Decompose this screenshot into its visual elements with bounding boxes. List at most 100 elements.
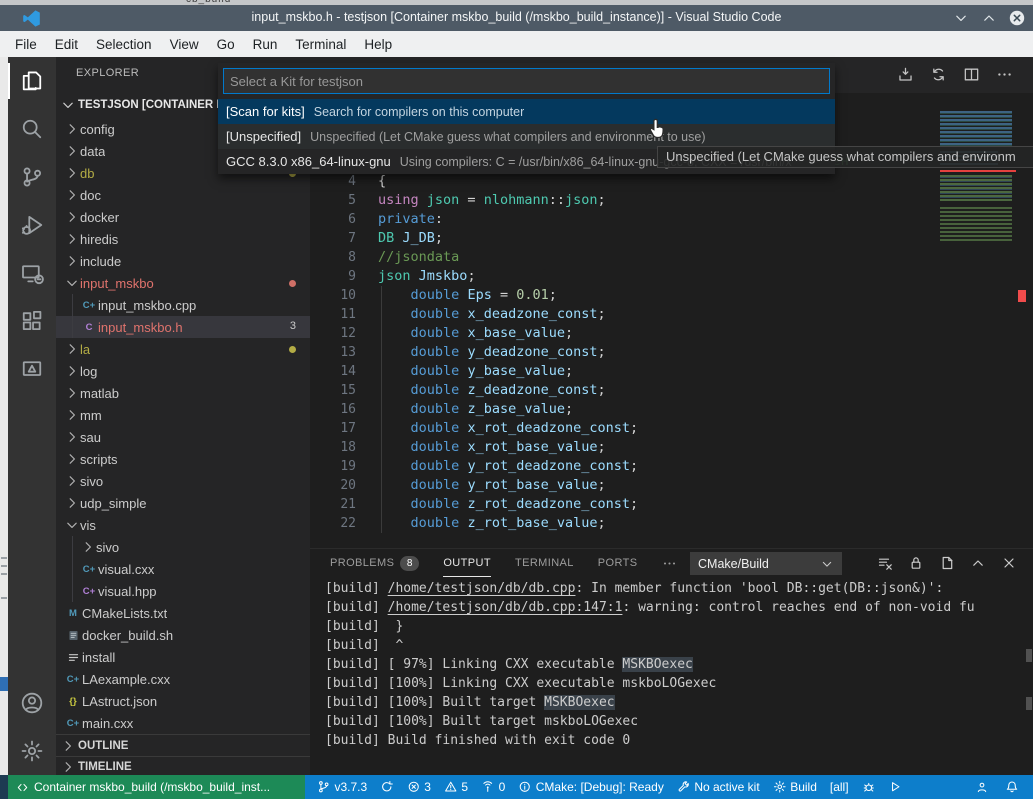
close-button[interactable] [1009,10,1025,26]
tree-item-include[interactable]: include [56,250,310,272]
tree-item-sau[interactable]: sau [56,426,310,448]
code-line-5[interactable]: 5 using json = nlohmann::json; [310,191,950,210]
tree-item-sivo[interactable]: sivo [56,536,310,558]
output-channel-select[interactable]: CMake/Build [690,552,842,575]
remote-indicator[interactable]: Container mskbo_build (/mskbo_build_inst… [8,775,305,799]
tree-item-docker[interactable]: docker [56,206,310,228]
menu-item-help[interactable]: Help [355,34,401,55]
panel-tab-ports[interactable]: PORTS [598,550,638,577]
tree-item-install[interactable]: install [56,646,310,668]
tree-item-udp_simple[interactable]: udp_simple [56,492,310,514]
minimize-button[interactable] [953,10,969,26]
code-line-7[interactable]: 7 DB J_DB; [310,229,950,248]
code-line-16[interactable]: 16 double z_base_value; [310,400,950,419]
quickpick-item-1[interactable]: [Scan for kits] Search for compilers on t… [218,99,835,124]
status-errors[interactable]: 3 [407,780,431,794]
chevron-up-icon[interactable] [970,555,986,571]
menu-item-view[interactable]: View [161,34,208,55]
status-build-target[interactable]: [all] [830,780,849,794]
code-line-18[interactable]: 18 double x_rot_base_value; [310,438,950,457]
tree-item-docker_build.sh[interactable]: docker_build.sh [56,624,310,646]
activity-output-view[interactable] [8,345,56,393]
more-tabs[interactable] [662,550,677,577]
status-build-button[interactable]: Build [773,780,817,794]
panel-scrollbar[interactable] [1026,649,1032,662]
activity-remote-explorer[interactable] [8,249,56,297]
menu-item-edit[interactable]: Edit [46,34,87,55]
tree-item-vis[interactable]: vis [56,514,310,536]
code-line-14[interactable]: 14 double y_base_value; [310,362,950,381]
status-debug-button[interactable] [862,780,876,794]
maximize-button[interactable] [981,10,997,26]
activity-settings[interactable] [8,727,56,775]
file-link[interactable]: /home/testjson/db/db.cpp [388,581,576,596]
split-editor-icon[interactable] [963,66,980,83]
menu-item-run[interactable]: Run [244,34,287,55]
activity-run-and-debug[interactable] [8,201,56,249]
code-area[interactable]: 4{5 using json = nlohmann::json; 6 private:… [310,172,950,533]
status-cmake-status[interactable]: CMake: [Debug]: Ready [518,780,664,794]
status-warnings[interactable]: 5 [444,780,468,794]
code-line-15[interactable]: 15 double z_deadzone_const; [310,381,950,400]
code-line-20[interactable]: 20 double y_rot_base_value; [310,476,950,495]
more-icon[interactable] [996,66,1013,83]
page-icon[interactable] [939,555,955,571]
save-all-icon[interactable] [897,66,914,83]
code-line-13[interactable]: 13 double y_deadzone_const; [310,343,950,362]
code-line-10[interactable]: 10 double Eps = 0.01; [310,286,950,305]
status-forwarded-ports[interactable]: 0 [481,780,505,794]
code-line-9[interactable]: 9 json Jmskbo; [310,267,950,286]
tree-item-doc[interactable]: doc [56,184,310,206]
status-launch-button[interactable] [888,780,902,794]
status-sync[interactable] [380,780,394,794]
close-icon[interactable] [1001,555,1017,571]
code-line-8[interactable]: 8 //jsondata [310,248,950,267]
status-feedback[interactable] [975,780,989,794]
tree-item-visual.hpp[interactable]: C+ visual.hpp [56,580,310,602]
tree-item-la[interactable]: la [56,338,310,360]
open-changes-icon[interactable] [930,66,947,83]
tree-item-CMakeLists.txt[interactable]: M CMakeLists.txt [56,602,310,624]
quickpick-input[interactable] [223,68,830,94]
minimap[interactable] [938,101,1020,301]
code-line-19[interactable]: 19 double y_rot_deadzone_const; [310,457,950,476]
lock-icon[interactable] [908,555,924,571]
menu-item-go[interactable]: Go [208,34,244,55]
clear-icon[interactable] [877,555,893,571]
tree-item-input_mskbo.h[interactable]: Cinput_mskbo.h 3 [56,316,310,338]
status-notifications[interactable] [1005,780,1019,794]
panel-tab-terminal[interactable]: TERMINAL [515,550,574,577]
tree-item-LAstruct.json[interactable]: {} LAstruct.json [56,690,310,712]
timeline-section[interactable]: TIMELINE [56,756,310,775]
activity-source-control[interactable] [8,153,56,201]
panel-scrollbar[interactable] [1026,697,1032,710]
tree-item-main.cxx[interactable]: C+ main.cxx [56,712,310,734]
activity-explorer[interactable] [8,57,56,105]
code-line-22[interactable]: 22 double z_rot_base_value; [310,514,950,533]
tree-item-log[interactable]: log [56,360,310,382]
tree-item-LAexample.cxx[interactable]: C+ LAexample.cxx [56,668,310,690]
status-active-kit[interactable]: No active kit [677,780,760,794]
panel-tab-problems[interactable]: PROBLEMS 8 [330,550,420,577]
code-line-11[interactable]: 11 double x_deadzone_const; [310,305,950,324]
code-line-6[interactable]: 6 private: [310,210,950,229]
tree-item-input_mskbo[interactable]: input_mskbo [56,272,310,294]
code-line-17[interactable]: 17 double x_rot_deadzone_const; [310,419,950,438]
code-line-4[interactable]: 4{ [310,172,950,191]
code-line-21[interactable]: 21 double z_rot_deadzone_const; [310,495,950,514]
tree-item-matlab[interactable]: matlab [56,382,310,404]
tree-item-mm[interactable]: mm [56,404,310,426]
tree-item-visual.cxx[interactable]: C+ visual.cxx [56,558,310,580]
activity-search[interactable] [8,105,56,153]
tree-item-sivo[interactable]: sivo [56,470,310,492]
code-line-12[interactable]: 12 double x_base_value; [310,324,950,343]
tree-item-scripts[interactable]: scripts [56,448,310,470]
panel-tab-output[interactable]: OUTPUT [443,549,491,577]
outline-section[interactable]: OUTLINE [56,734,310,757]
file-link[interactable]: /home/testjson/db/db.cpp:147:1 [388,600,623,615]
activity-accounts[interactable] [8,679,56,727]
menu-item-file[interactable]: File [6,34,46,55]
tree-item-hiredis[interactable]: hiredis [56,228,310,250]
status-cmake-version[interactable]: v3.7.3 [317,780,367,794]
menu-item-selection[interactable]: Selection [87,34,161,55]
